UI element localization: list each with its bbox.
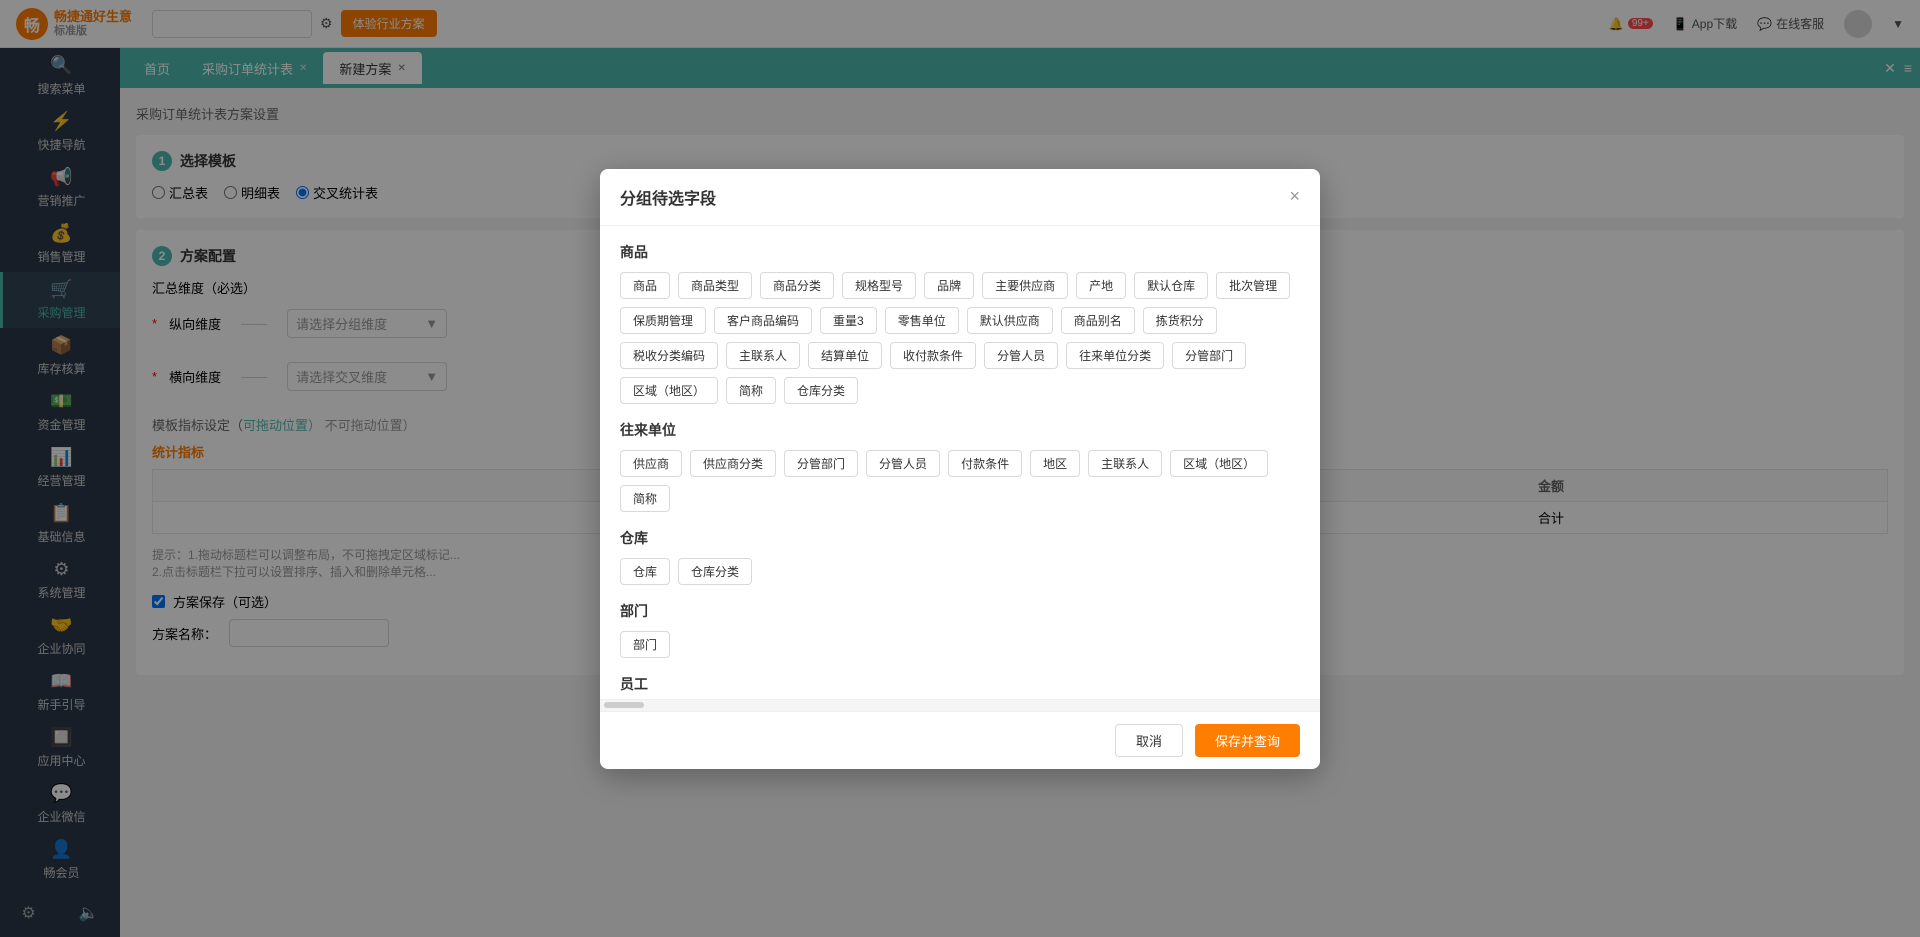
field-section-warehouse: 仓库 仓库 仓库分类 [620, 528, 1300, 585]
field-tag[interactable]: 往来单位分类 [1066, 342, 1164, 369]
field-tag[interactable]: 仓库分类 [784, 377, 858, 404]
field-tag[interactable]: 品牌 [924, 272, 974, 299]
modal-cancel-btn[interactable]: 取消 [1115, 724, 1183, 757]
field-tag[interactable]: 批次管理 [1216, 272, 1290, 299]
field-tag[interactable]: 产地 [1076, 272, 1126, 299]
field-section-warehouse-title: 仓库 [620, 528, 1300, 548]
field-tags-goods: 商品 商品类型 商品分类 规格型号 品牌 主要供应商 产地 默认仓库 批次管理 … [620, 272, 1300, 404]
modal-confirm-btn[interactable]: 保存并查询 [1195, 724, 1300, 757]
field-tag[interactable]: 客户商品编码 [714, 307, 812, 334]
field-tag[interactable]: 默认供应商 [967, 307, 1053, 334]
field-tag[interactable]: 地区 [1030, 450, 1080, 477]
modal-hscroll [600, 699, 1320, 711]
field-section-department: 部门 部门 [620, 601, 1300, 658]
field-section-goods: 商品 商品 商品类型 商品分类 规格型号 品牌 主要供应商 产地 默认仓库 批次… [620, 242, 1300, 404]
field-tag[interactable]: 分管人员 [866, 450, 940, 477]
field-tag[interactable]: 商品别名 [1061, 307, 1135, 334]
field-tag[interactable]: 零售单位 [885, 307, 959, 334]
field-tag[interactable]: 分管部门 [1172, 342, 1246, 369]
field-section-department-title: 部门 [620, 601, 1300, 621]
modal-title: 分组待选字段 [620, 185, 716, 209]
field-section-employee-title: 员工 [620, 674, 1300, 694]
field-tag[interactable]: 规格型号 [842, 272, 916, 299]
field-tags-department: 部门 [620, 631, 1300, 658]
modal-header: 分组待选字段 × [600, 169, 1320, 226]
field-tag[interactable]: 结算单位 [808, 342, 882, 369]
field-section-goods-title: 商品 [620, 242, 1300, 262]
modal-overlay: 分组待选字段 × 商品 商品 商品类型 商品分类 规格型号 品牌 主要供应商 产… [0, 0, 1920, 937]
modal-hscroll-bar[interactable] [604, 702, 644, 708]
field-tag[interactable]: 仓库 [620, 558, 670, 585]
field-tag[interactable]: 分管部门 [784, 450, 858, 477]
field-tag[interactable]: 分管人员 [984, 342, 1058, 369]
field-tag[interactable]: 拣货积分 [1143, 307, 1217, 334]
field-tag[interactable]: 供应商分类 [690, 450, 776, 477]
modal-close-btn[interactable]: × [1289, 186, 1300, 207]
field-tag[interactable]: 简称 [620, 485, 670, 512]
field-tag[interactable]: 主要供应商 [982, 272, 1068, 299]
field-tag[interactable]: 默认仓库 [1134, 272, 1208, 299]
field-section-partner-title: 往来单位 [620, 420, 1300, 440]
field-tag[interactable]: 主联系人 [726, 342, 800, 369]
field-tag[interactable]: 商品类型 [678, 272, 752, 299]
field-tag[interactable]: 收付款条件 [890, 342, 976, 369]
field-tag[interactable]: 供应商 [620, 450, 682, 477]
field-tag[interactable]: 付款条件 [948, 450, 1022, 477]
field-section-employee: 员工 业务员 [620, 674, 1300, 699]
modal-dialog: 分组待选字段 × 商品 商品 商品类型 商品分类 规格型号 品牌 主要供应商 产… [600, 169, 1320, 769]
field-tag[interactable]: 保质期管理 [620, 307, 706, 334]
field-tags-warehouse: 仓库 仓库分类 [620, 558, 1300, 585]
field-tag[interactable]: 仓库分类 [678, 558, 752, 585]
field-tag[interactable]: 商品分类 [760, 272, 834, 299]
field-tag[interactable]: 重量3 [820, 307, 877, 334]
field-tag[interactable]: 简称 [726, 377, 776, 404]
field-tag[interactable]: 部门 [620, 631, 670, 658]
field-section-partner: 往来单位 供应商 供应商分类 分管部门 分管人员 付款条件 地区 主联系人 区域… [620, 420, 1300, 512]
field-tag[interactable]: 主联系人 [1088, 450, 1162, 477]
modal-footer: 取消 保存并查询 [600, 711, 1320, 769]
field-tag[interactable]: 区域（地区） [620, 377, 718, 404]
field-tag[interactable]: 税收分类编码 [620, 342, 718, 369]
field-tag[interactable]: 区域（地区） [1170, 450, 1268, 477]
field-tags-partner: 供应商 供应商分类 分管部门 分管人员 付款条件 地区 主联系人 区域（地区） … [620, 450, 1300, 512]
field-tag[interactable]: 商品 [620, 272, 670, 299]
modal-body: 商品 商品 商品类型 商品分类 规格型号 品牌 主要供应商 产地 默认仓库 批次… [600, 226, 1320, 699]
